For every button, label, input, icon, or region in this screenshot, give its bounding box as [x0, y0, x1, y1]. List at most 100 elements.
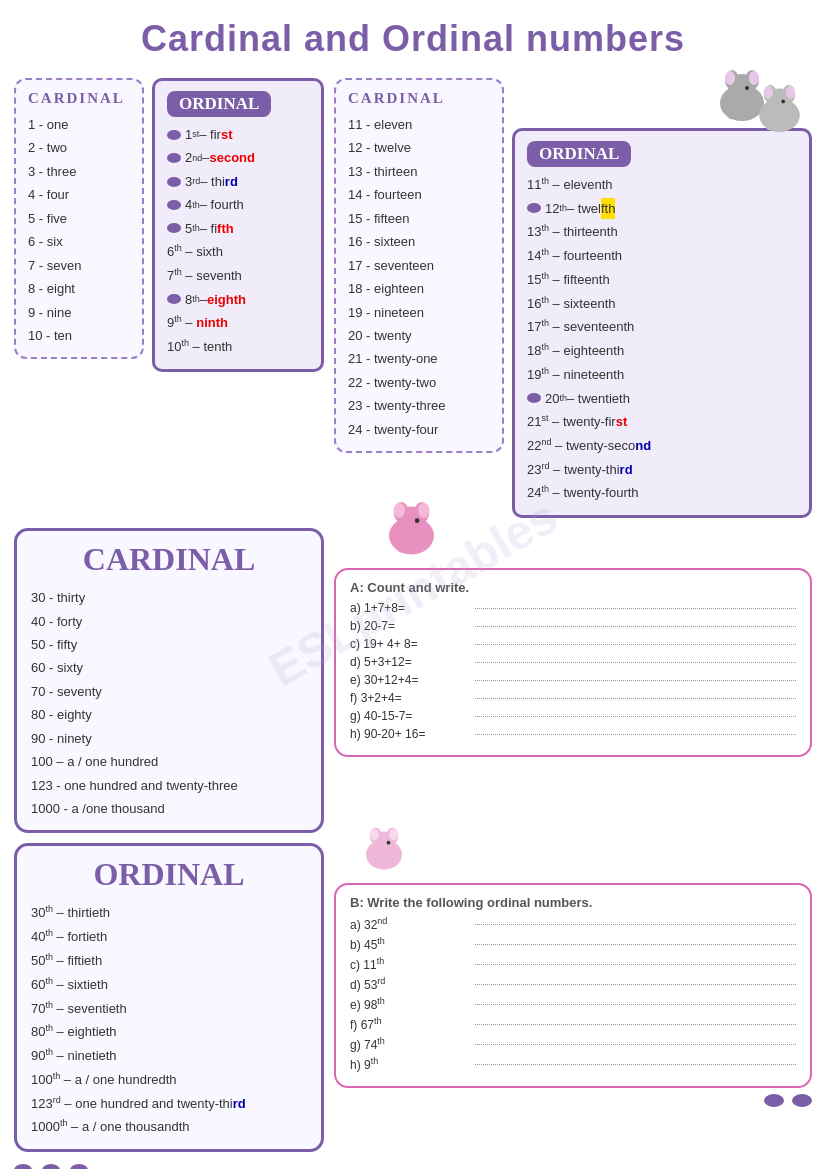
- exercise-a-box: A: Count and write. a) 1+7+8= b) 20-7= c…: [334, 568, 812, 757]
- bullet-dot: [167, 294, 181, 304]
- list-item: 20th – twentieth: [527, 387, 797, 410]
- list-item: 40 - forty: [31, 610, 307, 633]
- cardinal-box-11-24: CARDINAL 11 - eleven 12 - twelve 13 - th…: [334, 78, 504, 453]
- bullet-dot: [167, 200, 181, 210]
- list-item: 15 - fifteen: [348, 207, 490, 230]
- exercise-b-item-2: b) 45th: [350, 936, 796, 952]
- svg-point-20: [415, 518, 420, 523]
- exercise-b-item-6: f) 67th: [350, 1016, 796, 1032]
- bullet-dot: [167, 130, 181, 140]
- list-item: 11th – eleventh: [527, 173, 797, 197]
- list-item: 3rd – third: [167, 170, 309, 193]
- bullet-dot: [167, 177, 181, 187]
- list-item: 8th – eighth: [167, 288, 309, 311]
- list-item: 21 - twenty-one: [348, 347, 490, 370]
- list-item: 21st – twenty-first: [527, 410, 797, 434]
- top-right-section: CARDINAL 11 - eleven 12 - twelve 13 - th…: [334, 78, 812, 518]
- ordinal-big-box: ORDINAL 30th – thirtieth 40th – fortieth…: [14, 843, 324, 1152]
- elephant-icon-2: [742, 83, 817, 143]
- exercise-label: e) 98th: [350, 996, 470, 1012]
- exercise-a-item-8: h) 90-20+ 16=: [350, 727, 796, 741]
- list-item: 23rd – twenty-third: [527, 458, 797, 482]
- answer-line: [475, 716, 796, 717]
- list-item: 8 - eight: [28, 277, 130, 300]
- list-item: 4th – fourth: [167, 193, 309, 216]
- answer-line: [475, 1024, 796, 1025]
- svg-point-12: [764, 86, 773, 99]
- exercise-label: f) 67th: [350, 1016, 470, 1032]
- answer-line: [475, 944, 796, 945]
- bullet-dot: [527, 393, 541, 403]
- exercise-label: c) 19+ 4+ 8=: [350, 637, 470, 651]
- exercise-a-item-3: c) 19+ 4+ 8=: [350, 637, 796, 651]
- svg-point-28: [387, 841, 391, 845]
- list-item: 18th – eighteenth: [527, 339, 797, 363]
- ordinal-header-2: ORDINAL: [527, 141, 631, 167]
- oval-decoration: [14, 1164, 32, 1169]
- list-item: 40th – fortieth: [31, 925, 307, 949]
- svg-point-11: [786, 86, 795, 99]
- exercise-b-box: B: Write the following ordinal numbers. …: [334, 883, 812, 1088]
- oval-decoration: [42, 1164, 60, 1169]
- exercise-b-item-7: g) 74th: [350, 1036, 796, 1052]
- main-grid: CARDINAL 1 - one 2 - two 3 - three 4 - f…: [0, 70, 826, 1160]
- exercise-a-item-1: a) 1+7+8=: [350, 601, 796, 615]
- svg-point-13: [781, 100, 785, 104]
- list-item: 9th – ninth: [167, 311, 309, 335]
- answer-line: [475, 608, 796, 609]
- exercise-label: h) 9th: [350, 1056, 470, 1072]
- list-item: 90th – ninetieth: [31, 1044, 307, 1068]
- answer-line: [475, 644, 796, 645]
- list-item: 1000 - a /one thousand: [31, 797, 307, 820]
- list-item: 19th – nineteenth: [527, 363, 797, 387]
- list-item: 7th – seventh: [167, 264, 309, 288]
- list-item: 17th – seventeenth: [527, 315, 797, 339]
- answer-line: [475, 698, 796, 699]
- list-item: 5th – fifth: [167, 217, 309, 240]
- list-item: 12 - twelve: [348, 136, 490, 159]
- exercise-label: e) 30+12+4=: [350, 673, 470, 687]
- list-item: 60th – sixtieth: [31, 973, 307, 997]
- svg-point-18: [418, 503, 429, 518]
- svg-point-19: [394, 503, 405, 518]
- exercise-b-item-8: h) 9th: [350, 1056, 796, 1072]
- list-item: 19 - nineteen: [348, 301, 490, 324]
- list-item: 100 – a / one hundred: [31, 750, 307, 773]
- answer-line: [475, 964, 796, 965]
- exercise-b-item-3: c) 11th: [350, 956, 796, 972]
- oval-decoration: [70, 1164, 88, 1169]
- bottom-right-section: B: Write the following ordinal numbers. …: [334, 843, 812, 1152]
- list-item: 1 - one: [28, 113, 130, 136]
- answer-line: [475, 734, 796, 735]
- page-title: Cardinal and Ordinal numbers: [0, 0, 826, 70]
- cardinal-big-header: CARDINAL: [31, 541, 307, 578]
- bottom-ovals-row: [0, 1160, 826, 1169]
- exercise-label: f) 3+2+4=: [350, 691, 470, 705]
- cardinal-list-30-1000: 30 - thirty 40 - forty 50 - fifty 60 - s…: [31, 586, 307, 820]
- list-item: 123 - one hundred and twenty-three: [31, 774, 307, 797]
- bullet-dot: [167, 153, 181, 163]
- exercise-b-title: B: Write the following ordinal numbers.: [350, 895, 796, 910]
- bottom-left-section: ORDINAL 30th – thirtieth 40th – fortieth…: [14, 843, 324, 1152]
- list-item: 17 - seventeen: [348, 254, 490, 277]
- list-item: 2 - two: [28, 136, 130, 159]
- answer-line: [475, 680, 796, 681]
- cardinal-box-1-10: CARDINAL 1 - one 2 - two 3 - three 4 - f…: [14, 78, 144, 359]
- list-item: 90 - ninety: [31, 727, 307, 750]
- list-item: 15th – fifteenth: [527, 268, 797, 292]
- exercise-a-item-4: d) 5+3+12=: [350, 655, 796, 669]
- list-item: 24th – twenty-fourth: [527, 481, 797, 505]
- exercise-label: a) 32nd: [350, 916, 470, 932]
- middle-right-section: A: Count and write. a) 1+7+8= b) 20-7= c…: [334, 528, 812, 833]
- exercise-a-title: A: Count and write.: [350, 580, 796, 595]
- list-item: 100th – a / one hundredth: [31, 1068, 307, 1092]
- list-item: 9 - nine: [28, 301, 130, 324]
- list-item: 22nd – twenty-second: [527, 434, 797, 458]
- elephant-pink-icon: [374, 498, 449, 563]
- list-item: 70th – seventieth: [31, 997, 307, 1021]
- ordinal-header-1: ORDINAL: [167, 91, 271, 117]
- list-item: 123rd – one hundred and twenty-third: [31, 1092, 307, 1116]
- list-item: 1st – first: [167, 123, 309, 146]
- cardinal-big-box: CARDINAL 30 - thirty 40 - forty 50 - fif…: [14, 528, 324, 833]
- cardinal-header-2: CARDINAL: [348, 90, 490, 107]
